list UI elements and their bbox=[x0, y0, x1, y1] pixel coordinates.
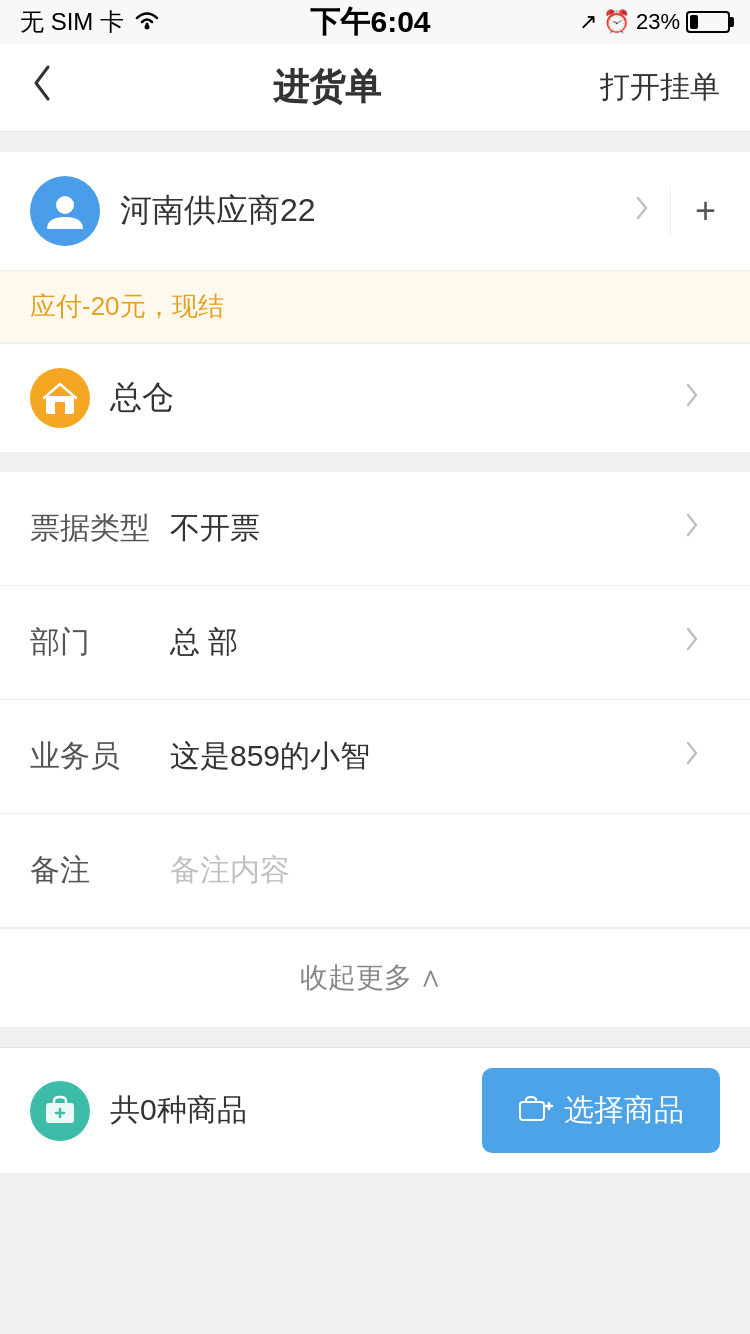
warehouse-icon bbox=[30, 368, 90, 428]
product-count-text: 共0种商品 bbox=[110, 1090, 462, 1131]
status-right: ↗ ⏰ 23% bbox=[579, 9, 730, 35]
collapse-label: 收起更多 ∧ bbox=[300, 959, 443, 997]
select-goods-button[interactable]: 选择商品 bbox=[482, 1068, 720, 1153]
department-row[interactable]: 部门 总 部 bbox=[0, 586, 750, 700]
invoice-type-value: 不开票 bbox=[170, 508, 684, 549]
salesperson-value: 这是859的小智 bbox=[170, 736, 684, 777]
bottom-bar: 共0种商品 选择商品 bbox=[0, 1047, 750, 1173]
alarm-icon: ⏰ bbox=[603, 9, 630, 35]
remark-row[interactable]: 备注 备注内容 bbox=[0, 814, 750, 928]
salesperson-label: 业务员 bbox=[30, 736, 170, 777]
form-section: 票据类型 不开票 部门 总 部 业务员 这是859的小智 备注 备注内容 bbox=[0, 472, 750, 1027]
middle-divider bbox=[0, 452, 750, 472]
svg-rect-7 bbox=[520, 1102, 544, 1120]
status-left: 无 SIM 卡 bbox=[20, 6, 162, 38]
svg-point-0 bbox=[145, 25, 150, 30]
supplier-row[interactable]: 河南供应商22 + bbox=[0, 152, 750, 271]
location-icon: ↗ bbox=[579, 9, 597, 35]
notice-text: 应付-20元，现结 bbox=[30, 291, 224, 321]
invoice-type-label: 票据类型 bbox=[30, 508, 170, 549]
notice-banner: 应付-20元，现结 bbox=[0, 271, 750, 343]
carrier-text: 无 SIM 卡 bbox=[20, 6, 124, 38]
select-goods-label: 选择商品 bbox=[564, 1090, 684, 1131]
status-bar: 无 SIM 卡 下午6:04 ↗ ⏰ 23% bbox=[0, 0, 750, 44]
svg-rect-3 bbox=[55, 402, 65, 414]
department-chevron-icon bbox=[684, 625, 700, 660]
nav-bar: 进货单 打开挂单 bbox=[0, 44, 750, 132]
remark-label: 备注 bbox=[30, 850, 170, 891]
collapse-button[interactable]: 收起更多 ∧ bbox=[0, 928, 750, 1027]
back-button[interactable] bbox=[30, 63, 54, 112]
invoice-type-row[interactable]: 票据类型 不开票 bbox=[0, 472, 750, 586]
supplier-chevron-icon bbox=[634, 194, 650, 229]
battery-text: 23% bbox=[636, 9, 680, 35]
salesperson-chevron-icon bbox=[684, 739, 700, 774]
bottom-divider bbox=[0, 1027, 750, 1047]
top-divider bbox=[0, 132, 750, 152]
department-label: 部门 bbox=[30, 622, 170, 663]
invoice-chevron-icon bbox=[684, 511, 700, 546]
product-count-icon bbox=[30, 1081, 90, 1141]
supplier-section: 河南供应商22 + 应付-20元，现结 总仓 bbox=[0, 152, 750, 452]
remark-value: 备注内容 bbox=[170, 850, 720, 891]
salesperson-row[interactable]: 业务员 这是859的小智 bbox=[0, 700, 750, 814]
wifi-icon bbox=[132, 8, 162, 36]
open-pending-button[interactable]: 打开挂单 bbox=[600, 67, 720, 108]
supplier-name: 河南供应商22 bbox=[120, 189, 634, 233]
warehouse-name: 总仓 bbox=[110, 376, 684, 420]
status-time: 下午6:04 bbox=[310, 2, 430, 43]
svg-point-1 bbox=[56, 196, 74, 214]
battery-icon bbox=[686, 11, 730, 33]
warehouse-chevron-icon bbox=[684, 381, 700, 416]
warehouse-row[interactable]: 总仓 bbox=[0, 343, 750, 452]
add-supplier-button[interactable]: + bbox=[670, 186, 720, 236]
page-title: 进货单 bbox=[273, 63, 381, 112]
department-value: 总 部 bbox=[170, 622, 684, 663]
supplier-avatar bbox=[30, 176, 100, 246]
